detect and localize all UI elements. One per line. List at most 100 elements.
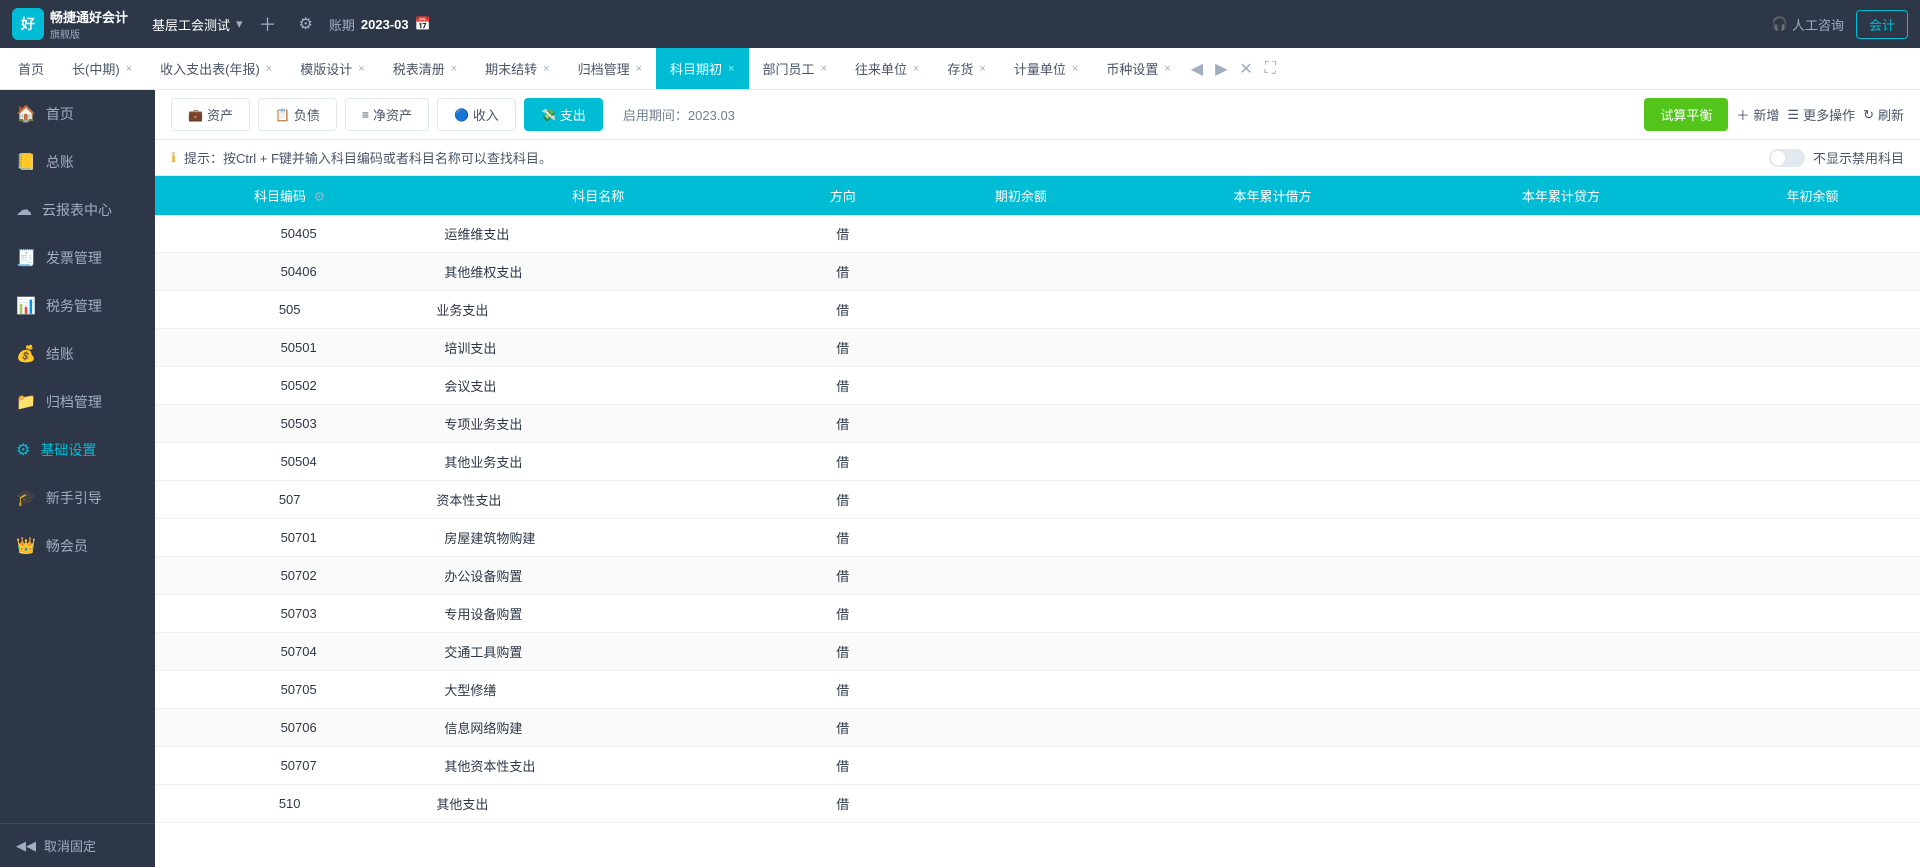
- table-row[interactable]: 50405运维维支出借: [155, 215, 1920, 253]
- tab-guidang[interactable]: 归档管理 ×: [564, 48, 656, 90]
- sidebar-item-xinshouyindao[interactable]: 🎓 新手引导: [0, 474, 155, 522]
- table-row[interactable]: 50704交通工具购置借: [155, 633, 1920, 671]
- table-row[interactable]: 50501培训支出借: [155, 329, 1920, 367]
- cell-direction: 借: [772, 291, 913, 329]
- guide-icon: 🎓: [16, 488, 36, 508]
- sub-tab-liability[interactable]: 📋 负债: [258, 98, 337, 131]
- tab-jiliang-close[interactable]: ×: [1072, 63, 1078, 75]
- tab-zhongqi-close[interactable]: ×: [126, 63, 132, 75]
- tab-home[interactable]: 首页: [4, 48, 58, 90]
- tab-bumen[interactable]: 部门员工 ×: [749, 48, 841, 90]
- cell-ytd-credit: [1417, 747, 1705, 785]
- more-button[interactable]: ☰ 更多操作: [1787, 105, 1855, 124]
- sidebar-item-guidang[interactable]: 📁 归档管理: [0, 378, 155, 426]
- table-row[interactable]: 50707其他资本性支出借: [155, 747, 1920, 785]
- table-row[interactable]: 50706信息网络购建借: [155, 709, 1920, 747]
- table-row[interactable]: 50504其他业务支出借: [155, 443, 1920, 481]
- refresh-button[interactable]: ↻ 刷新: [1863, 105, 1904, 124]
- cell-ytd-credit: [1417, 367, 1705, 405]
- tab-shouru-label: 收入支出表(年报): [160, 59, 260, 78]
- tab-kemuqichu-close[interactable]: ×: [728, 63, 734, 75]
- cell-opening: [913, 367, 1128, 405]
- col-ytd-debit: 本年累计借方: [1128, 176, 1416, 215]
- tab-qimo-close[interactable]: ×: [543, 63, 549, 75]
- col-settings-icon[interactable]: ⚙: [314, 189, 326, 204]
- plus-icon: ＋: [1736, 105, 1749, 124]
- tab-prev-button[interactable]: ◀: [1185, 59, 1209, 79]
- chevron-down-icon: ▾: [236, 16, 243, 32]
- service-button[interactable]: 🎧 人工咨询: [1772, 15, 1844, 34]
- sidebar-collapse-button[interactable]: ◀◀ 取消固定: [0, 823, 155, 867]
- tab-zhongqi[interactable]: 长(中期) ×: [58, 48, 146, 90]
- table-row[interactable]: 507资本性支出借: [155, 481, 1920, 519]
- tab-shuibiao[interactable]: 税表清册 ×: [379, 48, 471, 90]
- sidebar-item-home[interactable]: 🏠 首页: [0, 90, 155, 138]
- cell-direction: 借: [772, 595, 913, 633]
- tab-bumen-label: 部门员工: [763, 59, 815, 78]
- cell-ytd-credit: [1417, 671, 1705, 709]
- sidebar-item-shuiwu-label: 税务管理: [46, 296, 102, 316]
- table-row[interactable]: 510其他支出借: [155, 785, 1920, 823]
- tab-moban[interactable]: 模版设计 ×: [286, 48, 378, 90]
- cell-ytd-debit: [1128, 595, 1416, 633]
- cell-direction: 借: [772, 443, 913, 481]
- tab-qimo[interactable]: 期末结转 ×: [471, 48, 563, 90]
- table-row[interactable]: 50702办公设备购置借: [155, 557, 1920, 595]
- sidebar-item-changhui[interactable]: 👑 畅会员: [0, 522, 155, 570]
- sidebar-item-jichushezhi[interactable]: ⚙ 基础设置: [0, 426, 155, 474]
- add-button[interactable]: ＋ 新增: [1736, 105, 1779, 124]
- sidebar-item-jiezhang[interactable]: 💰 结账: [0, 330, 155, 378]
- sub-tab-income[interactable]: 🔵 收入: [437, 98, 516, 131]
- company-selector[interactable]: 基层工会测试 ▾: [152, 15, 243, 34]
- cell-name: 专项业务支出: [424, 405, 772, 443]
- sidebar-item-shuiwu[interactable]: 📊 税务管理: [0, 282, 155, 330]
- tab-shouru[interactable]: 收入支出表(年报) ×: [146, 48, 286, 90]
- tab-wanglai-close[interactable]: ×: [913, 63, 919, 75]
- tab-bizhong[interactable]: 币种设置 ×: [1092, 48, 1184, 90]
- tab-moban-close[interactable]: ×: [358, 63, 364, 75]
- tab-close-all-button[interactable]: ✕: [1233, 59, 1258, 79]
- tip-text: 提示：按Ctrl + F键并输入科目编码或者科目名称可以查找科目。: [184, 148, 552, 167]
- table-row[interactable]: 50703专用设备购置借: [155, 595, 1920, 633]
- sidebar-item-yunbaobiao[interactable]: ☁ 云报表中心: [0, 186, 155, 234]
- tab-expand-button[interactable]: ⛶: [1259, 60, 1282, 78]
- table-row[interactable]: 50406其他维权支出借: [155, 253, 1920, 291]
- table-row[interactable]: 505业务支出借: [155, 291, 1920, 329]
- account-button[interactable]: 会计: [1856, 10, 1908, 39]
- cell-opening: [913, 481, 1128, 519]
- tab-bumen-close[interactable]: ×: [821, 63, 827, 75]
- add-company-button[interactable]: ＋: [253, 11, 283, 37]
- tab-kemuqichu[interactable]: 科目期初 ×: [656, 48, 748, 90]
- tab-qimo-label: 期末结转: [485, 59, 537, 78]
- income-icon: 🔵: [454, 108, 469, 122]
- cell-ytd-credit: [1417, 785, 1705, 823]
- sub-tab-equity[interactable]: ≡ 净资产: [345, 98, 429, 131]
- tab-wanglai[interactable]: 往来单位 ×: [841, 48, 933, 90]
- sub-tab-expense[interactable]: 💸 支出: [524, 98, 603, 131]
- tab-guidang-close[interactable]: ×: [636, 63, 642, 75]
- cell-opening: [913, 747, 1128, 785]
- calendar-icon[interactable]: 📅: [415, 16, 431, 32]
- tab-jiliang[interactable]: 计量单位 ×: [1000, 48, 1092, 90]
- toolbar-right: 试算平衡 ＋ 新增 ☰ 更多操作 ↻ 刷新: [1644, 98, 1904, 131]
- sidebar-item-zhangzhang[interactable]: 📒 总账: [0, 138, 155, 186]
- tab-cunkuo-close[interactable]: ×: [979, 63, 985, 75]
- cell-direction: 借: [772, 367, 913, 405]
- tab-cunkuo[interactable]: 存货 ×: [933, 48, 999, 90]
- tab-next-button[interactable]: ▶: [1209, 59, 1233, 79]
- toggle-disabled-switch[interactable]: [1769, 149, 1805, 167]
- settings-icon[interactable]: ⚙: [293, 14, 319, 34]
- sidebar-item-fapiao[interactable]: 🧾 发票管理: [0, 234, 155, 282]
- more-label: 更多操作: [1803, 105, 1855, 124]
- table-row[interactable]: 50503专项业务支出借: [155, 405, 1920, 443]
- tab-bizhong-close[interactable]: ×: [1164, 63, 1170, 75]
- tab-shuibiao-close[interactable]: ×: [451, 63, 457, 75]
- calc-balance-button[interactable]: 试算平衡: [1644, 98, 1728, 131]
- cell-ytd-debit: [1128, 329, 1416, 367]
- table-row[interactable]: 50502会议支出借: [155, 367, 1920, 405]
- tab-shouru-close[interactable]: ×: [266, 63, 272, 75]
- sub-tab-asset[interactable]: 💼 资产: [171, 98, 250, 131]
- table-row[interactable]: 50701房屋建筑物购建借: [155, 519, 1920, 557]
- sidebar-item-yunbaobiao-label: 云报表中心: [42, 200, 112, 220]
- table-row[interactable]: 50705大型修缮借: [155, 671, 1920, 709]
